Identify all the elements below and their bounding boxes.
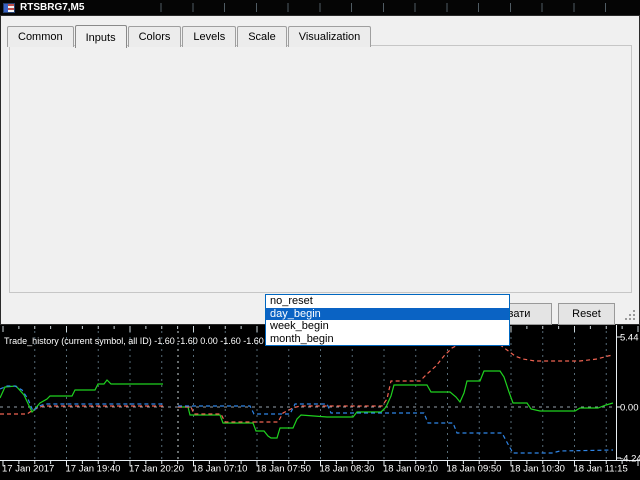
window-titlebar[interactable]: RTSBRG7,M5 xyxy=(0,0,640,15)
tab-common[interactable]: Common xyxy=(7,26,74,47)
time-axis-label: 17 Jan 19:40 xyxy=(66,464,121,475)
indicator-title: Trade_history (current symbol, all ID) -… xyxy=(4,336,264,346)
time-axis-label: 18 Jan 10:30 xyxy=(510,464,565,475)
dropdown-option-month_begin[interactable]: month_begin xyxy=(266,333,509,346)
gridlines xyxy=(34,331,607,460)
tab-page-inputs xyxy=(9,45,632,293)
time-axis-label: 17 Jan 20:20 xyxy=(129,464,184,475)
time-axis-label: 18 Jan 07:10 xyxy=(193,464,248,475)
indicator-properties-dialog: Common Inputs Colors Levels Scale Visualizati… xyxy=(0,15,640,325)
profit-chart: 5.440.00-4.2417 Jan 2017 17 Jan 19:40 17 J… xyxy=(0,325,640,475)
reset-profit-dropdown: no_reset day_begin week_begin month_begin xyxy=(265,294,510,346)
time-axis-label: 18 Jan 07:50 xyxy=(256,464,311,475)
time-axis-label: 18 Jan 08:30 xyxy=(320,464,375,475)
tab-colors[interactable]: Colors xyxy=(127,26,182,47)
buy-profit-line xyxy=(0,343,614,423)
dropdown-option-day_begin[interactable]: day_begin xyxy=(266,307,509,320)
time-axis-label: 17 Jan 2017 xyxy=(2,464,54,475)
tab-bar: Common Inputs Colors Levels Scale Visualizati… xyxy=(7,20,372,48)
tab-levels[interactable]: Levels xyxy=(182,26,237,47)
window-title: RTSBRG7,M5 xyxy=(20,2,85,13)
time-axis-label: 18 Jan 11:15 xyxy=(574,464,628,475)
sell-profit-line xyxy=(0,385,614,454)
tab-visualization[interactable]: Visualization xyxy=(287,26,372,47)
dropdown-option-no_reset[interactable]: no_reset xyxy=(266,295,509,308)
price-axis-label: 5.44 xyxy=(620,333,639,344)
tab-scale[interactable]: Scale xyxy=(237,26,287,47)
gridline-tops xyxy=(130,3,630,12)
dropdown-option-week_begin[interactable]: week_begin xyxy=(266,320,509,333)
price-axis-label: 0.00 xyxy=(620,403,639,414)
time-axis-label: 18 Jan 09:50 xyxy=(447,464,502,475)
time-axis-label: 18 Jan 09:10 xyxy=(383,464,438,475)
resize-grip[interactable] xyxy=(625,310,635,320)
chart-window-icon xyxy=(3,2,15,13)
axes xyxy=(0,325,640,466)
reset-button[interactable]: Reset xyxy=(558,303,615,325)
metatrader-window: { "window": { "title": "RTSBRG7,M5" }, "… xyxy=(0,0,640,480)
tab-inputs[interactable]: Inputs xyxy=(74,25,127,48)
indicator-pane: 5.44 0.00 -4.24 17 Jan 2017 17 Jan 19:40 17 J… xyxy=(0,325,640,480)
